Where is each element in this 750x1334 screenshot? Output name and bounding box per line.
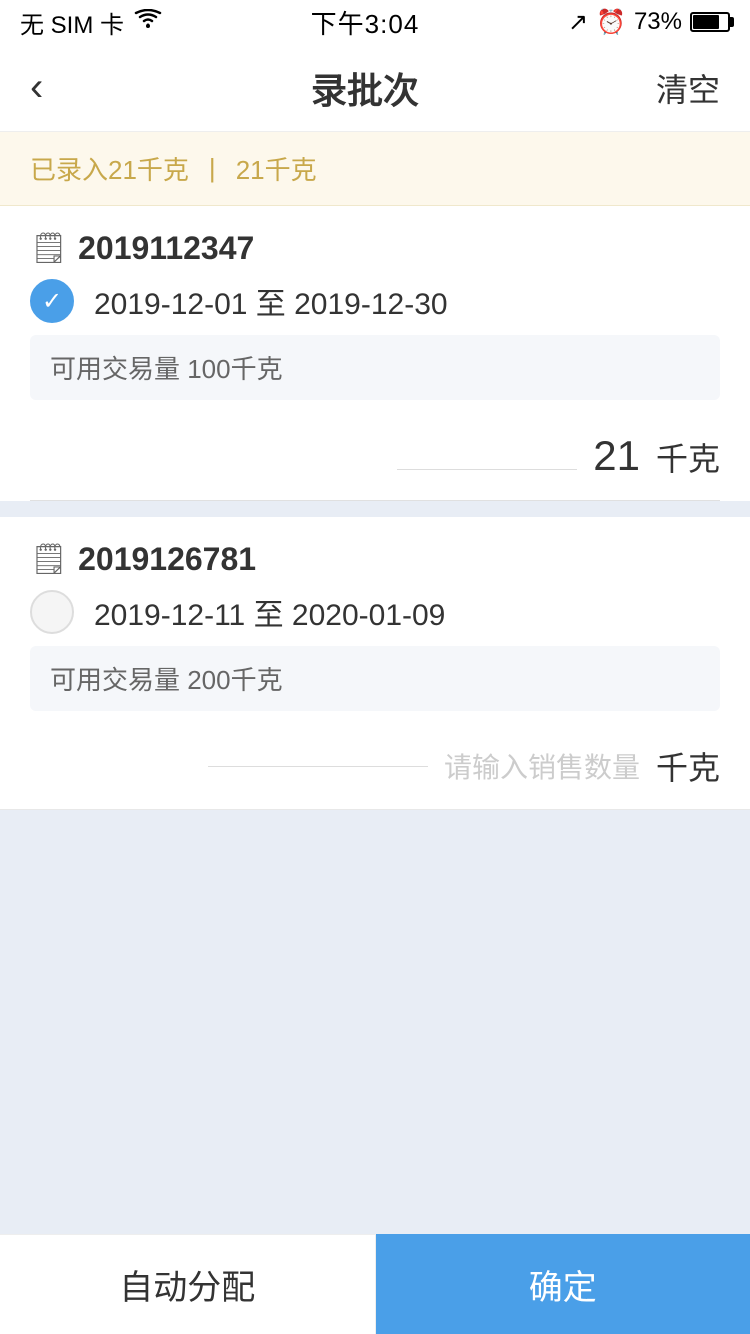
carrier-label: 无 SIM 卡 bbox=[20, 5, 124, 40]
back-button[interactable]: ‹ bbox=[30, 65, 90, 110]
status-time: 下午3:04 bbox=[311, 4, 420, 41]
batch-card-2: 🗒 2019126781 2019-12-11 至 2020-01-09 可用交… bbox=[0, 517, 750, 810]
summary-value: 21千克 bbox=[236, 150, 317, 187]
battery-icon bbox=[690, 12, 730, 32]
auto-distribute-button[interactable]: 自动分配 bbox=[0, 1234, 376, 1334]
confirm-label: 确定 bbox=[529, 1260, 597, 1309]
batch-1-date: 2019-12-01 至 2019-12-30 bbox=[94, 279, 448, 323]
batch-1-date-row[interactable]: ✓ 2019-12-01 至 2019-12-30 bbox=[0, 267, 750, 335]
clear-button[interactable]: 清空 bbox=[640, 65, 720, 111]
alarm-icon: ⏰ bbox=[596, 8, 626, 37]
batch-2-qty-row: 请输入销售数量 千克 bbox=[0, 727, 750, 810]
batch-1-icon: 🗒 bbox=[30, 231, 68, 266]
batch-2-placeholder: 请输入销售数量 bbox=[444, 746, 640, 786]
page-title: 录批次 bbox=[90, 62, 640, 114]
status-left: 无 SIM 卡 bbox=[20, 5, 162, 40]
card-separator-1 bbox=[0, 501, 750, 517]
batch-card-1: 🗒 2019112347 ✓ 2019-12-01 至 2019-12-30 可… bbox=[0, 206, 750, 501]
batch-2-radio[interactable] bbox=[30, 590, 74, 634]
batch-2-icon: 🗒 bbox=[30, 542, 68, 577]
batch-1-underline bbox=[397, 469, 577, 470]
batch-2-unit: 千克 bbox=[656, 743, 720, 789]
confirm-button[interactable]: 确定 bbox=[376, 1234, 750, 1334]
batch-1-radio[interactable]: ✓ bbox=[30, 279, 74, 323]
status-bar: 无 SIM 卡 下午3:04 ↗ ⏰ 73% bbox=[0, 0, 750, 44]
summary-bar: 已录入21千克 | 21千克 bbox=[0, 132, 750, 206]
status-right: ↗ ⏰ 73% bbox=[568, 8, 730, 37]
batch-1-unit: 千克 bbox=[656, 434, 720, 480]
bottom-bar: 自动分配 确定 bbox=[0, 1234, 750, 1334]
nav-bar: ‹ 录批次 清空 bbox=[0, 44, 750, 132]
batch-2-id: 2019126781 bbox=[78, 541, 256, 578]
batch-2-header: 🗒 2019126781 bbox=[0, 517, 750, 578]
batch-1-id: 2019112347 bbox=[78, 230, 254, 267]
batch-2-date-row[interactable]: 2019-12-11 至 2020-01-09 bbox=[0, 578, 750, 646]
location-icon: ↗ bbox=[568, 8, 588, 37]
batch-2-date: 2019-12-11 至 2020-01-09 bbox=[94, 590, 445, 634]
wifi-icon bbox=[134, 8, 162, 36]
batch-2-underline bbox=[208, 766, 428, 767]
batch-1-qty-row: 21 千克 bbox=[0, 416, 750, 500]
batch-1-available: 可用交易量 100千克 bbox=[30, 335, 720, 400]
empty-area bbox=[0, 810, 750, 1240]
batch-2-available: 可用交易量 200千克 bbox=[30, 646, 720, 711]
check-icon: ✓ bbox=[42, 287, 62, 316]
batch-1-header: 🗒 2019112347 bbox=[0, 206, 750, 267]
summary-label: 已录入21千克 bbox=[30, 150, 189, 187]
battery-percent: 73% bbox=[634, 8, 682, 36]
batch-1-qty-value[interactable]: 21 bbox=[593, 432, 640, 480]
auto-distribute-label: 自动分配 bbox=[119, 1260, 255, 1309]
summary-divider: | bbox=[209, 153, 216, 184]
